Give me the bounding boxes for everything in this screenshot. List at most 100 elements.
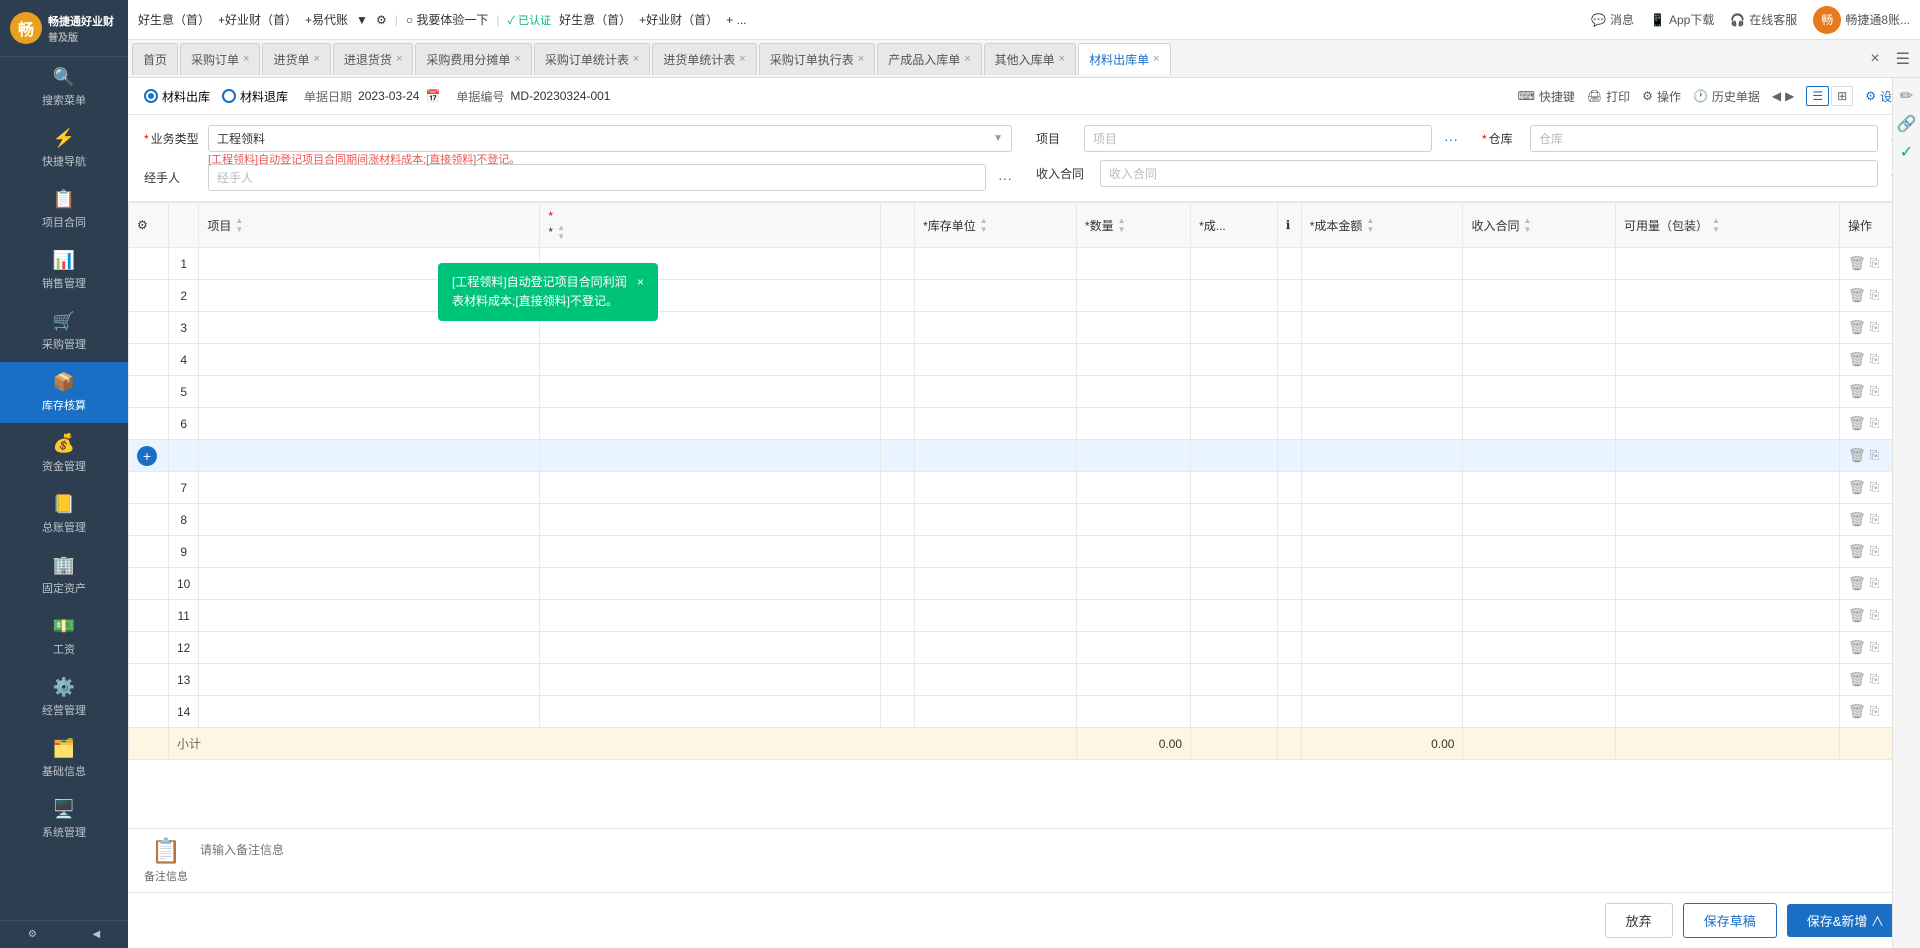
add-row-button[interactable]: + bbox=[137, 446, 157, 466]
delete-row-button[interactable]: 🗑 bbox=[1848, 511, 1866, 528]
row-spec-cell[interactable] bbox=[881, 536, 915, 568]
online-support-button[interactable]: 🎧 在线客服 bbox=[1730, 11, 1797, 28]
row-unit-cell[interactable] bbox=[915, 376, 1077, 408]
copy-row-button[interactable]: ⎘ bbox=[1870, 704, 1880, 719]
row-spec-cell[interactable] bbox=[881, 248, 915, 280]
sidebar-item-basic[interactable]: 🗂️ 基础信息 bbox=[0, 728, 128, 789]
row-available-qty-cell[interactable] bbox=[1616, 696, 1840, 728]
row-available-qty-cell[interactable] bbox=[1616, 248, 1840, 280]
list-view-icon[interactable]: ☰ bbox=[1806, 86, 1829, 106]
row-spec-cell[interactable] bbox=[881, 632, 915, 664]
sidebar-item-search[interactable]: 🔍 搜索菜单 bbox=[0, 57, 128, 118]
row-available-qty-cell[interactable] bbox=[1616, 536, 1840, 568]
row-name-cell[interactable] bbox=[540, 536, 881, 568]
row-available-qty-cell[interactable] bbox=[1616, 600, 1840, 632]
row-project-cell[interactable] bbox=[199, 696, 540, 728]
business-type-input[interactable]: 工程领料 ▼ bbox=[208, 125, 1012, 152]
tab-close-icon[interactable]: × bbox=[964, 53, 970, 65]
row-cost-amount-cell[interactable] bbox=[1301, 632, 1463, 664]
row-income-contract-cell[interactable] bbox=[1463, 248, 1616, 280]
row-income-contract-cell[interactable] bbox=[1463, 408, 1616, 440]
row-cost-amount-cell[interactable] bbox=[1301, 504, 1463, 536]
row-available-qty-cell[interactable] bbox=[1616, 376, 1840, 408]
row-qty-cell[interactable] bbox=[1076, 504, 1190, 536]
tab-close-icon[interactable]: × bbox=[739, 53, 745, 65]
delete-row-button[interactable]: 🗑 bbox=[1848, 479, 1866, 496]
row-cost-cell[interactable] bbox=[1191, 472, 1278, 504]
tab-close-icon[interactable]: × bbox=[396, 53, 402, 65]
row-spec-cell[interactable] bbox=[881, 504, 915, 536]
history-button[interactable]: 🕐 历史单据 bbox=[1693, 88, 1760, 105]
row-cost-amount-cell[interactable] bbox=[1301, 440, 1463, 472]
row-cost-cell[interactable] bbox=[1191, 568, 1278, 600]
date-value[interactable]: 2023-03-24 bbox=[358, 89, 419, 103]
row-cost-cell[interactable] bbox=[1191, 504, 1278, 536]
delete-row-button[interactable]: 🗑 bbox=[1848, 383, 1866, 400]
row-spec-cell[interactable] bbox=[881, 312, 915, 344]
row-income-contract-cell[interactable] bbox=[1463, 696, 1616, 728]
row-unit-cell[interactable] bbox=[915, 632, 1077, 664]
row-cost-cell[interactable] bbox=[1191, 344, 1278, 376]
row-unit-cell[interactable] bbox=[915, 600, 1077, 632]
delete-row-button[interactable]: 🗑 bbox=[1848, 319, 1866, 336]
tab-material-issue[interactable]: 材料出库单 × bbox=[1078, 43, 1170, 75]
sidebar-item-operations[interactable]: ⚙️ 经营管理 bbox=[0, 667, 128, 728]
row-cost-cell[interactable] bbox=[1191, 536, 1278, 568]
row-income-contract-cell[interactable] bbox=[1463, 504, 1616, 536]
row-name-cell[interactable] bbox=[540, 568, 881, 600]
th-spec[interactable] bbox=[881, 203, 915, 248]
discard-button[interactable]: 放弃 bbox=[1605, 903, 1673, 938]
row-income-contract-cell[interactable] bbox=[1463, 440, 1616, 472]
shortcut-key-button[interactable]: ⌨ 快捷键 bbox=[1518, 88, 1575, 105]
copy-row-button[interactable]: ⎘ bbox=[1870, 256, 1880, 271]
row-unit-cell[interactable] bbox=[915, 568, 1077, 600]
row-cost-amount-cell[interactable] bbox=[1301, 472, 1463, 504]
tab-close-icon[interactable]: × bbox=[514, 53, 520, 65]
row-unit-cell[interactable] bbox=[915, 440, 1077, 472]
row-spec-cell[interactable] bbox=[881, 440, 915, 472]
copy-row-button[interactable]: ⎘ bbox=[1870, 640, 1880, 655]
row-project-cell[interactable] bbox=[199, 664, 540, 696]
row-available-qty-cell[interactable] bbox=[1616, 344, 1840, 376]
message-button[interactable]: 💬 消息 bbox=[1591, 11, 1634, 28]
row-spec-cell[interactable] bbox=[881, 344, 915, 376]
topbar-haoyecai2[interactable]: +好业财（首） bbox=[639, 11, 718, 28]
th-name[interactable]: *▲▼ bbox=[540, 203, 881, 248]
row-cost-amount-cell[interactable] bbox=[1301, 408, 1463, 440]
row-unit-cell[interactable] bbox=[915, 504, 1077, 536]
project-more-icon[interactable]: ··· bbox=[1444, 131, 1458, 147]
tab-purchase-execution[interactable]: 采购订单执行表 × bbox=[759, 43, 875, 75]
tooltip-close-icon[interactable]: × bbox=[637, 273, 644, 292]
radio-material-issue[interactable]: 材料出库 bbox=[144, 88, 210, 105]
sidebar-item-finance[interactable]: 💰 资金管理 bbox=[0, 423, 128, 484]
row-qty-cell[interactable] bbox=[1076, 536, 1190, 568]
tab-list-button[interactable]: ☰ bbox=[1890, 47, 1916, 71]
tab-close-icon[interactable]: × bbox=[1059, 53, 1065, 65]
row-cost-cell[interactable] bbox=[1191, 632, 1278, 664]
sidebar-item-purchase[interactable]: 🛒 采购管理 bbox=[0, 301, 128, 362]
row-cost-cell[interactable] bbox=[1191, 440, 1278, 472]
row-spec-cell[interactable] bbox=[881, 376, 915, 408]
radio-material-return[interactable]: 材料退库 bbox=[222, 88, 288, 105]
calendar-icon[interactable]: 📅 bbox=[425, 89, 440, 103]
row-project-cell[interactable] bbox=[199, 632, 540, 664]
row-cost-amount-cell[interactable] bbox=[1301, 568, 1463, 600]
row-spec-cell[interactable] bbox=[881, 664, 915, 696]
copy-row-button[interactable]: ⎘ bbox=[1870, 480, 1880, 495]
copy-row-button[interactable]: ⎘ bbox=[1870, 384, 1880, 399]
tab-purchase-order[interactable]: 采购订单 × bbox=[180, 43, 260, 75]
row-cost-amount-cell[interactable] bbox=[1301, 664, 1463, 696]
row-name-cell[interactable] bbox=[540, 344, 881, 376]
sidebar-item-assets[interactable]: 🏢 固定资产 bbox=[0, 545, 128, 606]
th-cost[interactable]: *成... bbox=[1191, 203, 1278, 248]
agent-input[interactable]: 经手人 bbox=[208, 164, 986, 191]
th-available-qty[interactable]: 可用量（包装）▲▼ bbox=[1616, 203, 1840, 248]
row-project-cell[interactable] bbox=[199, 344, 540, 376]
delete-row-button[interactable]: 🗑 bbox=[1848, 543, 1866, 560]
th-qty[interactable]: *数量▲▼ bbox=[1076, 203, 1190, 248]
row-project-cell[interactable] bbox=[199, 536, 540, 568]
copy-row-button[interactable]: ⎘ bbox=[1870, 544, 1880, 559]
row-name-cell[interactable] bbox=[540, 408, 881, 440]
collapse-button[interactable]: ◀ bbox=[92, 929, 100, 940]
row-cost-cell[interactable] bbox=[1191, 280, 1278, 312]
